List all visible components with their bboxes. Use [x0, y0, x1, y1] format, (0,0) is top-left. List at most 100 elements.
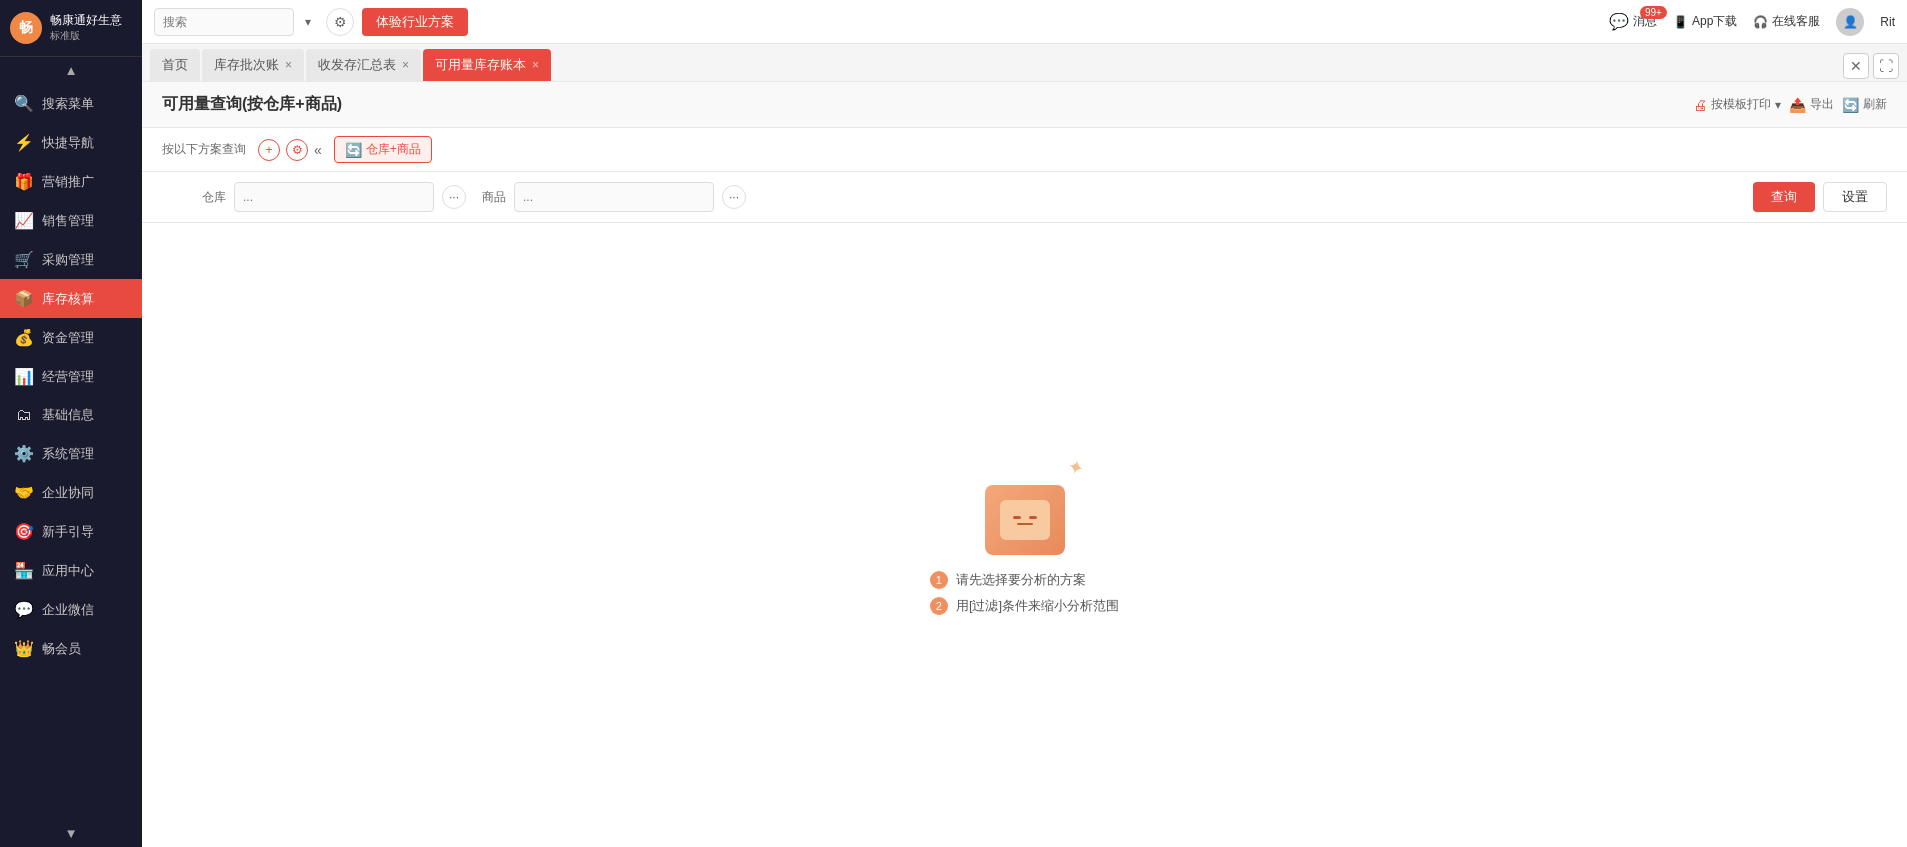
brand-name: 畅康通好生意 [50, 13, 122, 29]
username[interactable]: Rit [1880, 15, 1895, 29]
sidebar-item-marketing-promo[interactable]: 🎁 营销推广 [0, 162, 142, 201]
filter-add-btn[interactable]: + [258, 139, 280, 161]
tab-close-batch-account[interactable]: × [285, 58, 292, 72]
sidebar-item-finance[interactable]: 💰 资金管理 [0, 318, 142, 357]
sidebar-item-search[interactable]: 🔍 搜索菜单 [0, 84, 142, 123]
dropdown-icon[interactable]: ▾ [298, 12, 318, 32]
warehouse-input[interactable] [234, 182, 434, 212]
enterprise-wechat-icon: 💬 [14, 600, 34, 619]
refresh-btn[interactable]: 🔄 刷新 [1842, 96, 1887, 113]
newbie-guide-icon: 🎯 [14, 522, 34, 541]
filter-scheme-list: 🔄 仓库+商品 [334, 136, 432, 163]
print-dropdown-icon: ▾ [1775, 98, 1781, 112]
export-btn[interactable]: 📤 导出 [1789, 96, 1834, 113]
tab-batch-account[interactable]: 库存批次账 × [202, 49, 304, 81]
sidebar-item-enterprise-wechat[interactable]: 💬 企业微信 [0, 590, 142, 629]
tab-close-receipt-summary[interactable]: × [402, 58, 409, 72]
search-input[interactable] [154, 8, 294, 36]
sidebar-item-inventory[interactable]: 📦 库存核算 [0, 279, 142, 318]
sidebar-item-sales[interactable]: 📈 销售管理 [0, 201, 142, 240]
basic-info-icon: 🗂 [14, 406, 34, 424]
message-icon: 💬 [1609, 12, 1629, 31]
template-print-label: 按模板打印 [1711, 96, 1771, 113]
service-label: 在线客服 [1772, 13, 1820, 30]
tab-home[interactable]: 首页 [150, 49, 200, 81]
sidebar-scroll-up[interactable]: ▲ [0, 57, 142, 84]
tab-close-btn[interactable]: ✕ [1843, 53, 1869, 79]
online-service-btn[interactable]: 🎧 在线客服 [1753, 13, 1820, 30]
tab-close-available-ledger[interactable]: × [532, 58, 539, 72]
tip1-number: 1 [930, 571, 948, 589]
empty-tips: 1 请先选择要分析的方案 2 用[过滤]条件来缩小分析范围 [930, 571, 1119, 615]
filter-settings-btn[interactable]: ⚙ [286, 139, 308, 161]
tip2-number: 2 [930, 597, 948, 615]
tab-available-ledger[interactable]: 可用量库存账本 × [423, 49, 551, 81]
marketing-promo-icon: 🎁 [14, 172, 34, 191]
tip1-text: 请先选择要分析的方案 [956, 571, 1086, 589]
sidebar-item-label: 资金管理 [42, 329, 94, 347]
content-header: 可用量查询(按仓库+商品) 🖨 按模板打印 ▾ 📤 导出 🔄 刷新 [142, 82, 1907, 128]
scheme-item-warehouse-product[interactable]: 🔄 仓库+商品 [334, 136, 432, 163]
empty-box [985, 485, 1065, 555]
box-mouth [1017, 523, 1033, 525]
sidebar-item-label: 快捷导航 [42, 134, 94, 152]
sidebar-item-system[interactable]: ⚙️ 系统管理 [0, 434, 142, 473]
sidebar-scroll-down[interactable]: ▼ [0, 820, 142, 847]
content-area: 可用量查询(按仓库+商品) 🖨 按模板打印 ▾ 📤 导出 🔄 刷新 按以下 [142, 82, 1907, 847]
sidebar-item-label: 企业协同 [42, 484, 94, 502]
sidebar-item-label: 新手引导 [42, 523, 94, 541]
empty-illustration: ✦ [965, 455, 1085, 555]
enterprise-collab-icon: 🤝 [14, 483, 34, 502]
export-icon: 📤 [1789, 97, 1806, 113]
gear-icon[interactable]: ⚙ [326, 8, 354, 36]
warehouse-more-btn[interactable]: ··· [442, 185, 466, 209]
tab-fullscreen-btn[interactable]: ⛶ [1873, 53, 1899, 79]
sidebar-item-shortcut[interactable]: ⚡ 快捷导航 [0, 123, 142, 162]
tab-label-available-ledger: 可用量库存账本 [435, 56, 526, 74]
template-print-btn[interactable]: 🖨 按模板打印 ▾ [1693, 96, 1781, 113]
sidebar-item-label: 库存核算 [42, 290, 94, 308]
sidebar: 畅 畅康通好生意 标准版 ▲ 🔍 搜索菜单 ⚡ 快捷导航 🎁 营销推广 📈 销售… [0, 0, 142, 847]
app-download-btn[interactable]: 📱 App下载 [1673, 13, 1737, 30]
tab-receipt-summary[interactable]: 收发存汇总表× [306, 49, 421, 81]
decoration-icon: ✦ [1065, 453, 1088, 481]
tabbar-actions: ✕ ⛶ [1843, 53, 1899, 81]
topbar-right: 💬 消息 99+ 📱 App下载 🎧 在线客服 👤 Rit [1609, 8, 1895, 36]
empty-state: ✦ 1 请先选择要分析的方案 [142, 223, 1907, 847]
brand-sub: 标准版 [50, 29, 122, 43]
app-logo: 畅 [10, 12, 42, 44]
box-eyes [1013, 516, 1037, 519]
product-more-btn[interactable]: ··· [722, 185, 746, 209]
sidebar-item-member[interactable]: 👑 畅会员 [0, 629, 142, 668]
sidebar-item-basic-info[interactable]: 🗂 基础信息 [0, 396, 142, 434]
query-btn[interactable]: 查询 [1753, 182, 1815, 212]
operation-icon: 📊 [14, 367, 34, 386]
page-title: 可用量查询(按仓库+商品) [162, 94, 342, 115]
refresh-label: 刷新 [1863, 96, 1887, 113]
filter-collapse-btn[interactable]: « [314, 142, 322, 158]
sidebar-item-purchase[interactable]: 🛒 采购管理 [0, 240, 142, 279]
sidebar-item-app-center[interactable]: 🏪 应用中心 [0, 551, 142, 590]
product-label: 商品 [482, 189, 506, 206]
content-header-actions: 🖨 按模板打印 ▾ 📤 导出 🔄 刷新 [1693, 96, 1887, 113]
service-icon: 🎧 [1753, 15, 1768, 29]
message-btn[interactable]: 💬 消息 99+ [1609, 12, 1657, 31]
product-input[interactable] [514, 182, 714, 212]
print-icon: 🖨 [1693, 97, 1707, 113]
member-icon: 👑 [14, 639, 34, 658]
box-face [1000, 500, 1050, 540]
purchase-icon: 🛒 [14, 250, 34, 269]
sidebar-item-newbie-guide[interactable]: 🎯 新手引导 [0, 512, 142, 551]
refresh-icon: 🔄 [1842, 97, 1859, 113]
settings-btn[interactable]: 设置 [1823, 182, 1887, 212]
tab-label-batch-account: 库存批次账 [214, 56, 279, 74]
inventory-icon: 📦 [14, 289, 34, 308]
sidebar-item-operation[interactable]: 📊 经营管理 [0, 357, 142, 396]
box-eye-left [1013, 516, 1021, 519]
sidebar-item-label: 企业微信 [42, 601, 94, 619]
sidebar-item-label: 系统管理 [42, 445, 94, 463]
avatar[interactable]: 👤 [1836, 8, 1864, 36]
industry-btn[interactable]: 体验行业方案 [362, 8, 468, 36]
scheme-item-icon: 🔄 [345, 142, 362, 158]
sidebar-item-enterprise-collab[interactable]: 🤝 企业协同 [0, 473, 142, 512]
